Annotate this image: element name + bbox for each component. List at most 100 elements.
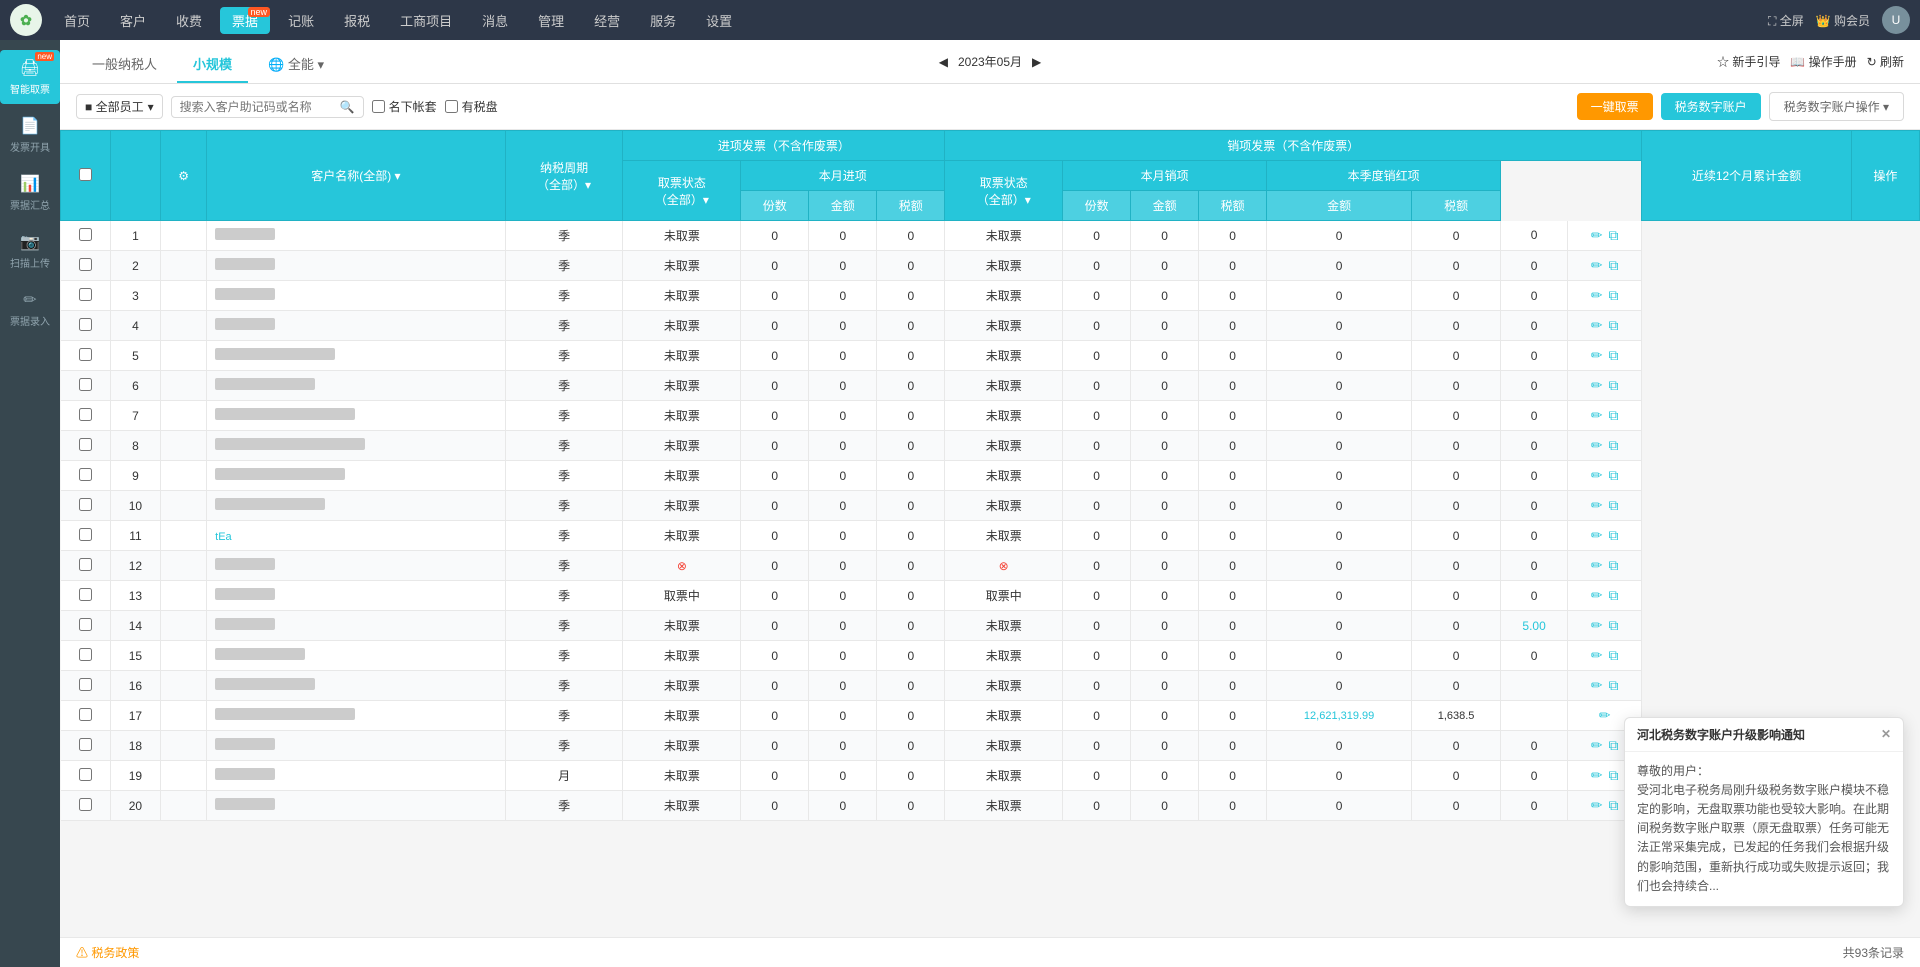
edit-icon[interactable]: ✏ (1591, 797, 1603, 814)
edit-icon[interactable]: ✏ (1591, 317, 1603, 334)
copy-icon[interactable]: ⧉ (1609, 587, 1619, 604)
one-click-ticket-btn[interactable]: 一键取票 (1577, 93, 1653, 120)
tax-digital-account-action-btn[interactable]: 税务数字账户操作 ▾ (1769, 92, 1904, 121)
edit-icon[interactable]: ✏ (1591, 647, 1603, 664)
sidebar-item-ticket-summary[interactable]: 📊 票据汇总 (0, 166, 60, 220)
nav-customer[interactable]: 客户 (108, 7, 158, 34)
copy-icon[interactable]: ⧉ (1609, 467, 1619, 484)
copy-icon[interactable]: ⧉ (1609, 497, 1619, 514)
nav-invoice[interactable]: 票据new (220, 7, 270, 34)
notification-close-btn[interactable]: ✕ (1881, 727, 1891, 741)
row-checkbox[interactable] (79, 258, 92, 271)
tab-universal[interactable]: 🌐 全能 ▾ (252, 46, 340, 83)
copy-icon[interactable]: ⧉ (1609, 797, 1619, 814)
copy-icon[interactable]: ⧉ (1609, 347, 1619, 364)
row-checkbox[interactable] (79, 528, 92, 541)
edit-icon[interactable]: ✏ (1599, 707, 1611, 724)
edit-icon[interactable]: ✏ (1591, 767, 1603, 784)
row-checkbox[interactable] (79, 558, 92, 571)
row-checkbox[interactable] (79, 738, 92, 751)
row-checkbox[interactable] (79, 348, 92, 361)
sidebar-item-scan-upload[interactable]: 📷 扫描上传 (0, 224, 60, 278)
col-out-status-header[interactable]: 取票状态（全部）▾ (945, 161, 1063, 221)
checkbox-my-accounts-input[interactable] (372, 100, 385, 113)
search-icon[interactable]: 🔍 (340, 100, 355, 114)
nav-fee[interactable]: 收费 (164, 7, 214, 34)
edit-icon[interactable]: ✏ (1591, 677, 1603, 694)
col-settings-header[interactable]: ⚙ (161, 131, 207, 221)
copy-icon[interactable]: ⧉ (1609, 377, 1619, 394)
nav-manage[interactable]: 管理 (526, 7, 576, 34)
row-checkbox[interactable] (79, 498, 92, 511)
edit-icon[interactable]: ✏ (1591, 467, 1603, 484)
row-checkbox[interactable] (79, 708, 92, 721)
copy-icon[interactable]: ⧉ (1609, 647, 1619, 664)
row-checkbox[interactable] (79, 468, 92, 481)
copy-icon[interactable]: ⧉ (1609, 437, 1619, 454)
copy-icon[interactable]: ⧉ (1609, 677, 1619, 694)
copy-icon[interactable]: ⧉ (1609, 227, 1619, 244)
manual-btn[interactable]: 📖 操作手册 (1790, 53, 1856, 70)
new-guide-btn[interactable]: ☆ 新手引导 (1717, 53, 1780, 70)
edit-icon[interactable]: ✏ (1591, 347, 1603, 364)
next-month-btn[interactable]: ▶ (1032, 55, 1041, 69)
nav-settings[interactable]: 设置 (694, 7, 744, 34)
sidebar-item-invoice-open[interactable]: 📄 发票开具 (0, 108, 60, 162)
copy-icon[interactable]: ⧉ (1609, 407, 1619, 424)
nav-bookkeeping[interactable]: 记账 (276, 7, 326, 34)
search-input[interactable] (180, 100, 340, 114)
row-checkbox[interactable] (79, 798, 92, 811)
avatar[interactable]: U (1882, 6, 1910, 34)
tax-digital-account-btn[interactable]: 税务数字账户 (1661, 93, 1761, 120)
member-btn[interactable]: 👑 购会员 (1816, 12, 1870, 29)
sidebar-item-ticket-entry[interactable]: ✏ 票据录入 (0, 282, 60, 336)
col-name-header[interactable]: 客户名称(全部) ▾ (207, 131, 506, 221)
row-checkbox[interactable] (79, 678, 92, 691)
refresh-btn[interactable]: ↻ 刷新 (1867, 53, 1904, 70)
edit-icon[interactable]: ✏ (1591, 587, 1603, 604)
row-checkbox[interactable] (79, 288, 92, 301)
col-in-status-header[interactable]: 取票状态（全部）▾ (623, 161, 741, 221)
nav-operation[interactable]: 经营 (582, 7, 632, 34)
edit-icon[interactable]: ✏ (1591, 497, 1603, 514)
edit-icon[interactable]: ✏ (1591, 377, 1603, 394)
tab-general-taxpayer[interactable]: 一般纳税人 (76, 46, 173, 83)
copy-icon[interactable]: ⧉ (1609, 527, 1619, 544)
prev-month-btn[interactable]: ◀ (939, 55, 948, 69)
row-checkbox[interactable] (79, 378, 92, 391)
edit-icon[interactable]: ✏ (1591, 227, 1603, 244)
row-checkbox[interactable] (79, 318, 92, 331)
row-checkbox[interactable] (79, 618, 92, 631)
sidebar-item-intelligent-ticket[interactable]: 🖨 智能取票 new (0, 50, 60, 104)
copy-icon[interactable]: ⧉ (1609, 317, 1619, 334)
edit-icon[interactable]: ✏ (1591, 287, 1603, 304)
row-checkbox[interactable] (79, 588, 92, 601)
copy-icon[interactable]: ⧉ (1609, 737, 1619, 754)
nav-tax[interactable]: 报税 (332, 7, 382, 34)
edit-icon[interactable]: ✏ (1591, 617, 1603, 634)
col-checkbox-header[interactable] (61, 131, 111, 221)
copy-icon[interactable]: ⧉ (1609, 557, 1619, 574)
edit-icon[interactable]: ✏ (1591, 437, 1603, 454)
checkbox-has-tax-disk[interactable]: 有税盘 (445, 98, 498, 115)
row-checkbox[interactable] (79, 768, 92, 781)
copy-icon[interactable]: ⧉ (1609, 617, 1619, 634)
nav-business[interactable]: 工商项目 (388, 7, 464, 34)
row-checkbox[interactable] (79, 438, 92, 451)
nav-home[interactable]: 首页 (52, 7, 102, 34)
row-checkbox[interactable] (79, 228, 92, 241)
edit-icon[interactable]: ✏ (1591, 557, 1603, 574)
tab-small-scale[interactable]: 小规模 (177, 46, 248, 83)
select-all-checkbox[interactable] (79, 168, 92, 181)
checkbox-has-tax-disk-input[interactable] (445, 100, 458, 113)
nav-message[interactable]: 消息 (470, 7, 520, 34)
row-checkbox[interactable] (79, 408, 92, 421)
edit-icon[interactable]: ✏ (1591, 407, 1603, 424)
employee-filter[interactable]: ■ 全部员工 ▾ (76, 94, 163, 119)
edit-icon[interactable]: ✏ (1591, 527, 1603, 544)
nav-service[interactable]: 服务 (638, 7, 688, 34)
edit-icon[interactable]: ✏ (1591, 257, 1603, 274)
edit-icon[interactable]: ✏ (1591, 737, 1603, 754)
copy-icon[interactable]: ⧉ (1609, 287, 1619, 304)
fullscreen-btn[interactable]: ⛶ 全屏 (1768, 12, 1804, 29)
